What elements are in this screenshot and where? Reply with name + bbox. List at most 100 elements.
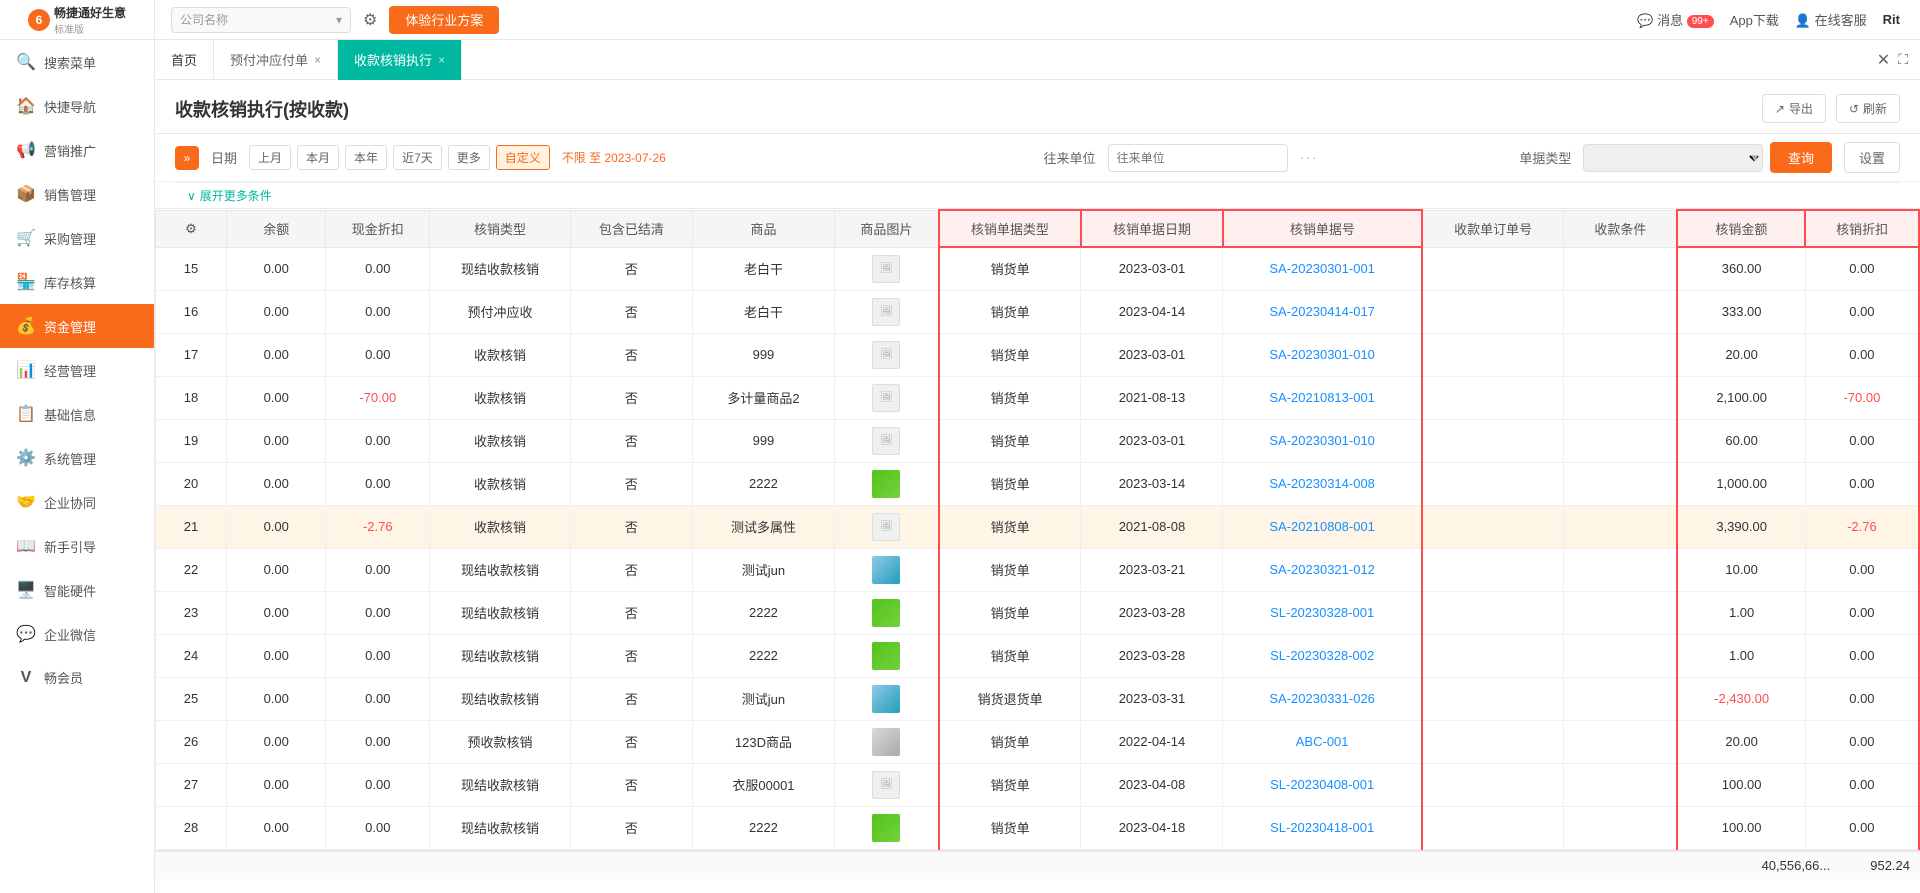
settings-button[interactable]: 设置 — [1844, 142, 1900, 173]
app-download-btn[interactable]: App下载 — [1730, 10, 1779, 29]
cell-writeoff-discount: 0.00 — [1805, 462, 1919, 505]
cell-goods-img — [834, 720, 938, 763]
tab-close-window-icon[interactable]: ✕ — [1877, 50, 1890, 70]
tab-prepay[interactable]: 预付冲应付单 × — [214, 40, 338, 80]
message-btn[interactable]: 💬 消息 99+ — [1637, 10, 1713, 29]
cell-doc-no[interactable]: SA-20230331-026 — [1223, 677, 1422, 720]
cell-doc-no[interactable]: SA-20210813-001 — [1223, 376, 1422, 419]
cell-doc-type: 销货单 — [939, 376, 1081, 419]
sidebar-label-wechat: 企业微信 — [44, 625, 96, 644]
doc-no-link[interactable]: ABC-001 — [1296, 734, 1349, 749]
sidebar-item-search-menu[interactable]: 🔍 搜索菜单 — [0, 40, 154, 84]
doc-type-select[interactable] — [1583, 144, 1763, 172]
user-avatar[interactable]: Rit — [1883, 12, 1900, 27]
doc-no-link[interactable]: SA-20230301-010 — [1269, 433, 1375, 448]
sidebar-item-marketing[interactable]: 📢 营销推广 — [0, 128, 154, 172]
sidebar-item-inventory[interactable]: 🏪 库存核算 — [0, 260, 154, 304]
gear-icon[interactable]: ⚙ — [363, 10, 377, 30]
date-more[interactable]: 更多 — [448, 145, 490, 170]
filter-toggle-btn[interactable]: » — [175, 146, 199, 170]
cell-writeoff-discount: 0.00 — [1805, 634, 1919, 677]
doc-no-link[interactable]: SA-20230321-012 — [1269, 562, 1375, 577]
cell-doc-no[interactable]: SL-20230328-002 — [1223, 634, 1422, 677]
writeoff-tab-close[interactable]: × — [438, 53, 445, 67]
query-button[interactable]: 查询 — [1770, 142, 1832, 173]
sidebar-item-sales[interactable]: 📦 销售管理 — [0, 172, 154, 216]
cell-doc-no[interactable]: SA-20210808-001 — [1223, 505, 1422, 548]
cell-doc-no[interactable]: SA-20230301-001 — [1223, 247, 1422, 290]
doc-no-link[interactable]: SA-20230301-001 — [1269, 261, 1375, 276]
main-layout: 🔍 搜索菜单 🏠 快捷导航 📢 营销推广 📦 销售管理 🛒 采购管理 🏪 — [0, 40, 1920, 893]
cell-doc-no[interactable]: SL-20230418-001 — [1223, 806, 1422, 849]
cell-included: 否 — [570, 376, 692, 419]
cell-condition — [1564, 763, 1678, 806]
date-custom[interactable]: 自定义 — [496, 145, 550, 170]
doc-no-link[interactable]: SA-20230331-026 — [1269, 691, 1375, 706]
refresh-icon: ↺ — [1849, 102, 1859, 116]
tab-writeoff[interactable]: 收款核销执行 × — [338, 40, 462, 80]
sidebar-item-finance[interactable]: 💰 资金管理 — [0, 304, 154, 348]
cell-doc-date: 2023-03-01 — [1081, 333, 1223, 376]
doc-no-link[interactable]: SA-20230301-010 — [1269, 347, 1375, 362]
date-this-month[interactable]: 本月 — [297, 145, 339, 170]
date-7days[interactable]: 近7天 — [393, 145, 442, 170]
doc-no-link[interactable]: SL-20230328-002 — [1270, 648, 1374, 663]
cell-balance: 0.00 — [227, 763, 326, 806]
doc-no-link[interactable]: SL-20230328-001 — [1270, 605, 1374, 620]
company-selector[interactable]: 公司名称 ▾ — [171, 7, 351, 33]
export-button[interactable]: ↗ 导出 — [1762, 94, 1826, 123]
table-row: 27 0.00 0.00 现结收款核销 否 衣服00001 🖼 销货单 2023… — [156, 763, 1920, 806]
doc-no-link[interactable]: SA-20230314-008 — [1269, 476, 1375, 491]
col-header-settings[interactable]: ⚙ — [156, 210, 227, 247]
industry-btn[interactable]: 体验行业方案 — [389, 6, 499, 34]
cell-doc-no[interactable]: SA-20230414-017 — [1223, 290, 1422, 333]
cell-doc-date: 2021-08-08 — [1081, 505, 1223, 548]
cell-balance: 0.00 — [227, 806, 326, 849]
sidebar-item-basic[interactable]: 📋 基础信息 — [0, 392, 154, 436]
sidebar-item-wechat[interactable]: 💬 企业微信 — [0, 612, 154, 656]
doc-no-link[interactable]: SL-20230408-001 — [1270, 777, 1374, 792]
date-this-year[interactable]: 本年 — [345, 145, 387, 170]
expand-more-btn[interactable]: ∨ 展开更多条件 — [175, 182, 1900, 208]
table-container[interactable]: ⚙ 余额 现金折扣 核销类型 包含已结清 商品 商品图片 核销单据类型 核销单据… — [155, 209, 1920, 893]
cell-doc-no[interactable]: SL-20230408-001 — [1223, 763, 1422, 806]
cell-discount: 0.00 — [326, 720, 430, 763]
cell-seq: 24 — [156, 634, 227, 677]
doc-no-link[interactable]: SL-20230418-001 — [1270, 820, 1374, 835]
cell-doc-no[interactable]: ABC-001 — [1223, 720, 1422, 763]
sidebar-item-quick-nav[interactable]: 🏠 快捷导航 — [0, 84, 154, 128]
cell-doc-no[interactable]: SA-20230301-010 — [1223, 419, 1422, 462]
sidebar-item-purchase[interactable]: 🛒 采购管理 — [0, 216, 154, 260]
online-service-btn[interactable]: 👤 在线客服 — [1795, 10, 1867, 29]
prepay-tab-close[interactable]: × — [314, 53, 321, 67]
cell-writeoff-discount: 0.00 — [1805, 591, 1919, 634]
sidebar-item-operations[interactable]: 📊 经营管理 — [0, 348, 154, 392]
doc-no-link[interactable]: SA-20210808-001 — [1269, 519, 1375, 534]
sidebar-item-enterprise[interactable]: 🤝 企业协同 — [0, 480, 154, 524]
cell-condition — [1564, 548, 1678, 591]
cell-discount: 0.00 — [326, 806, 430, 849]
sidebar-item-hardware[interactable]: 🖥️ 智能硬件 — [0, 568, 154, 612]
cell-doc-no[interactable]: SA-20230314-008 — [1223, 462, 1422, 505]
doc-no-link[interactable]: SA-20210813-001 — [1269, 390, 1375, 405]
cell-doc-no[interactable]: SL-20230328-001 — [1223, 591, 1422, 634]
table-row: 16 0.00 0.00 预付冲应收 否 老白干 🖼 销货单 2023-04-1… — [156, 290, 1920, 333]
sidebar-item-guide[interactable]: 📖 新手引导 — [0, 524, 154, 568]
tab-home[interactable]: 首页 — [155, 40, 214, 80]
operations-icon: 📊 — [16, 360, 36, 380]
refresh-button[interactable]: ↺ 刷新 — [1836, 94, 1900, 123]
doc-no-link[interactable]: SA-20230414-017 — [1269, 304, 1375, 319]
date-last-month[interactable]: 上月 — [249, 145, 291, 170]
sidebar-item-member[interactable]: V 畅会员 — [0, 656, 154, 699]
enterprise-icon: 🤝 — [16, 492, 36, 512]
tab-maximize-icon[interactable]: ⛶ — [1898, 51, 1908, 68]
cell-doc-no[interactable]: SA-20230301-010 — [1223, 333, 1422, 376]
cell-doc-no[interactable]: SA-20230321-012 — [1223, 548, 1422, 591]
sidebar-item-system[interactable]: ⚙️ 系统管理 — [0, 436, 154, 480]
hardware-icon: 🖥️ — [16, 580, 36, 600]
sidebar: 🔍 搜索菜单 🏠 快捷导航 📢 营销推广 📦 销售管理 🛒 采购管理 🏪 — [0, 40, 155, 893]
unit-input[interactable] — [1108, 144, 1288, 172]
cell-writeoff-discount: 0.00 — [1805, 419, 1919, 462]
col-header-goods-img: 商品图片 — [834, 210, 938, 247]
cell-receipt-order-no — [1422, 634, 1564, 677]
